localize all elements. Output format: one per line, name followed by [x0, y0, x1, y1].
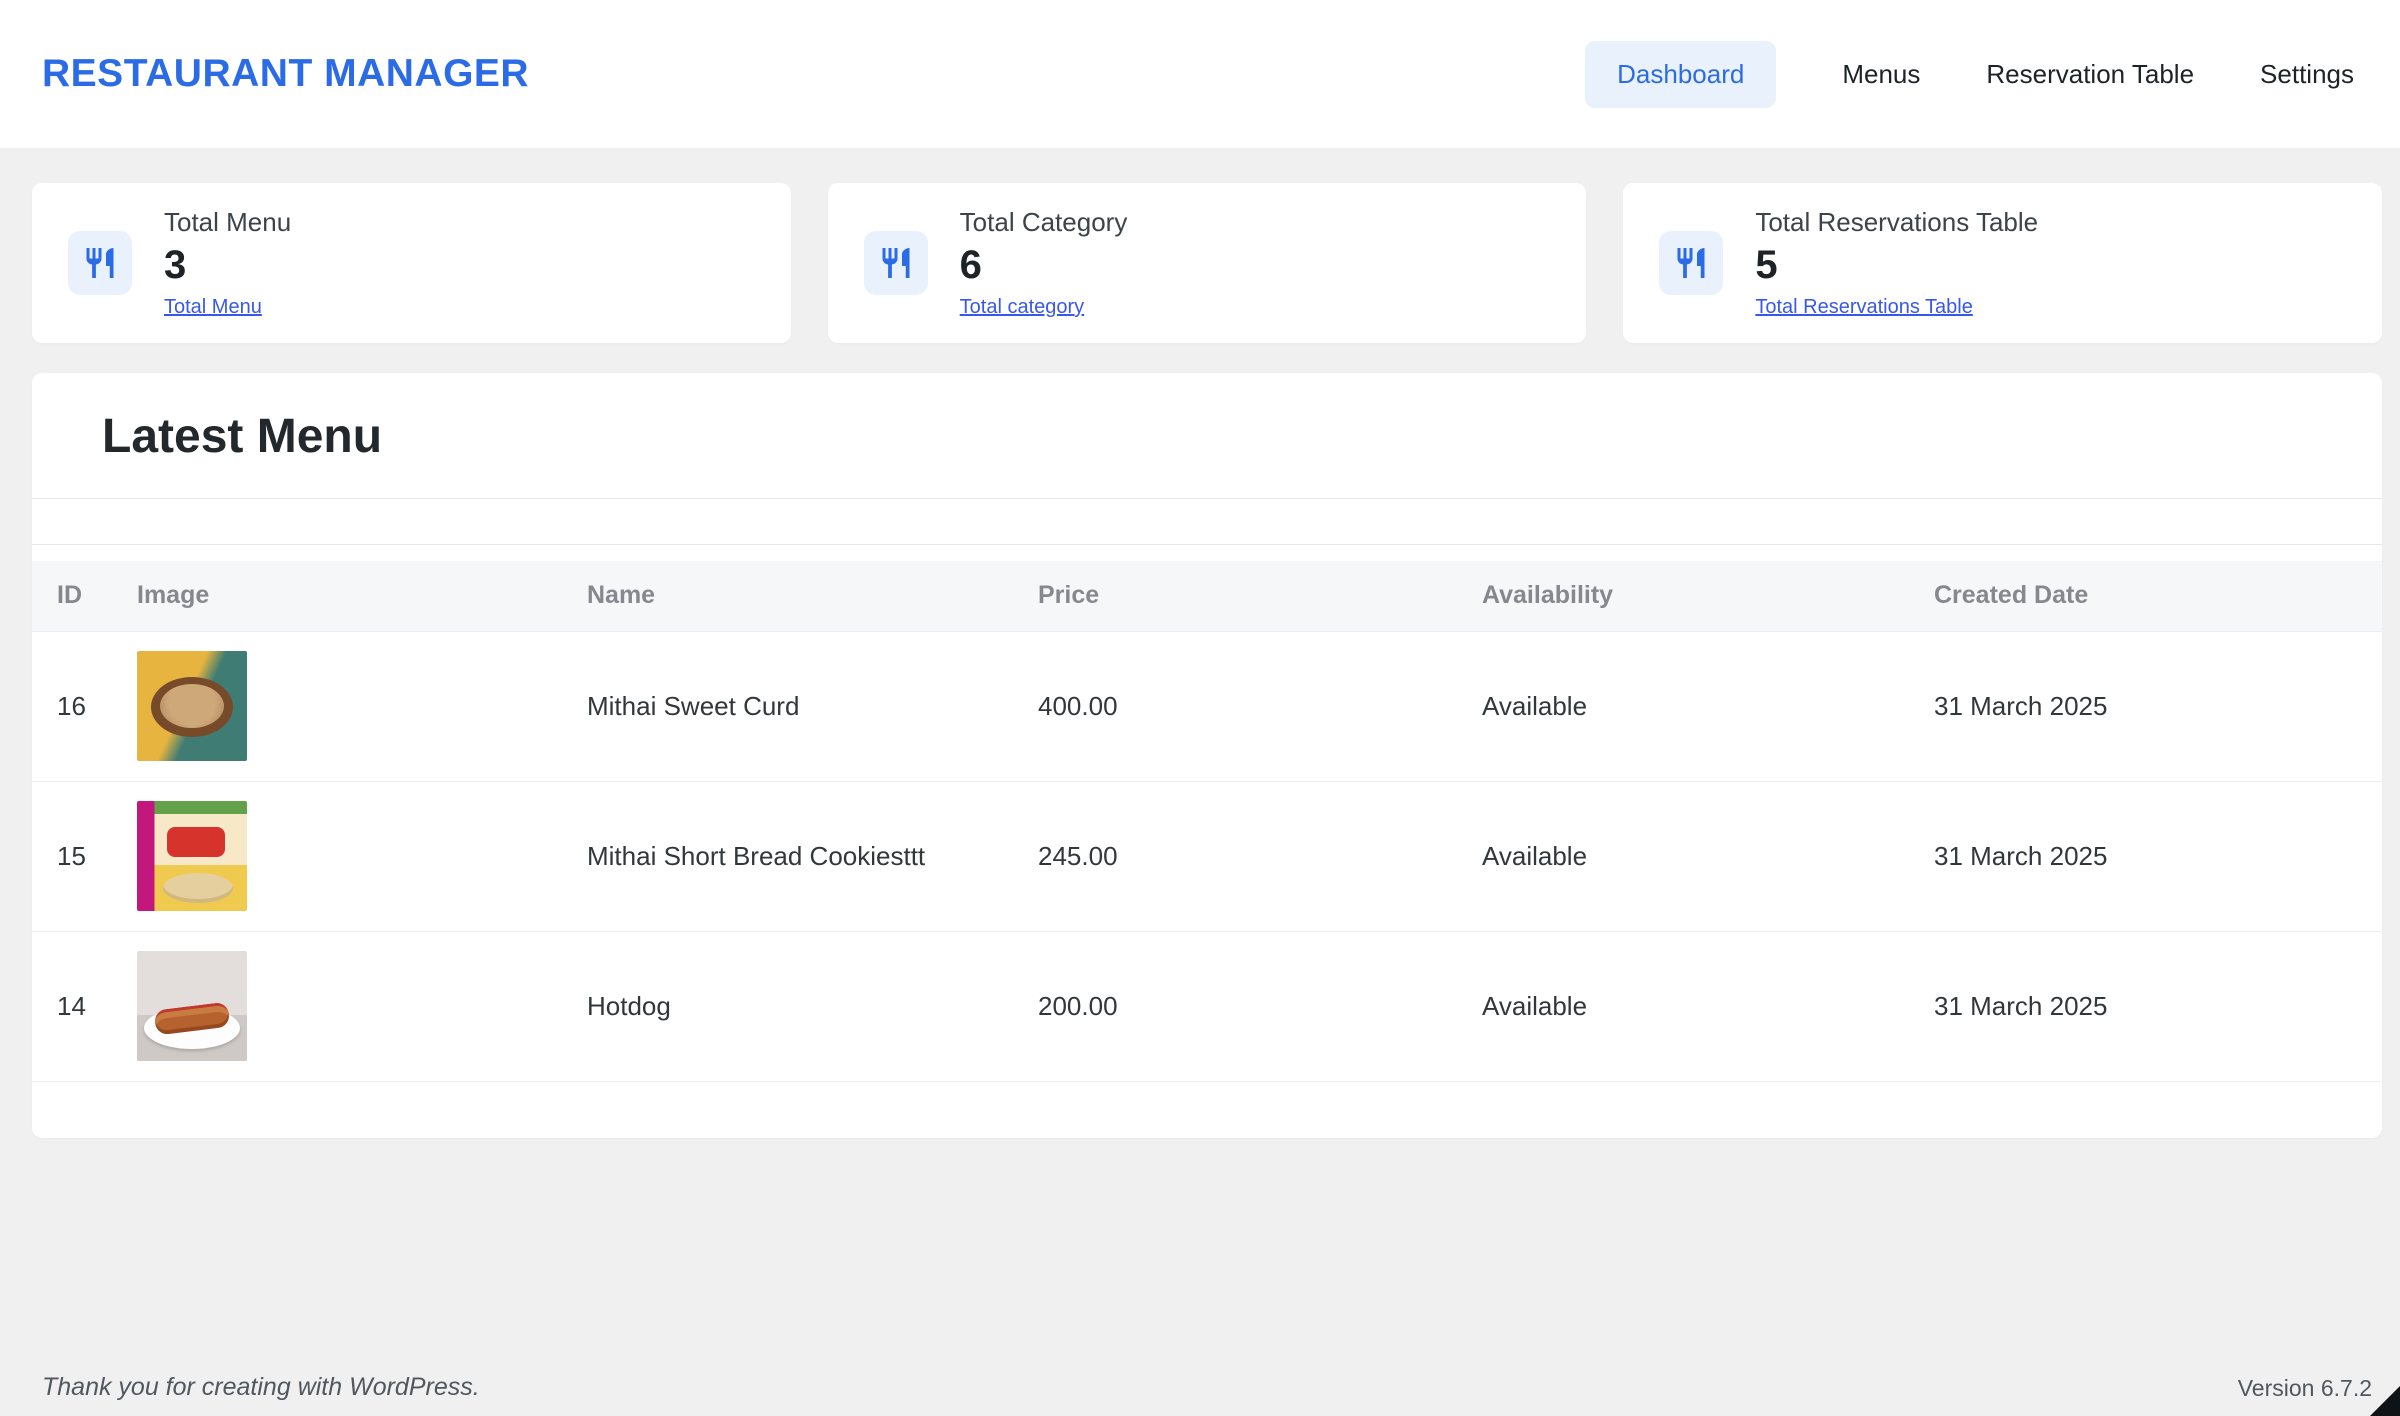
cell-created-date: 31 March 2025 [1934, 840, 2108, 871]
cell-price: 245.00 [1038, 840, 1118, 871]
cell-image [137, 781, 587, 931]
nav-item-settings[interactable]: Settings [2260, 41, 2354, 108]
top-navigation-bar: RESTAURANT MANAGER Dashboard Menus Reser… [0, 0, 2400, 148]
cell-created-date: 31 March 2025 [1934, 690, 2108, 721]
cell-name: Mithai Short Bread Cookiesttt [587, 840, 926, 871]
stat-title: Total Menu [164, 207, 292, 237]
column-header-name: Name [587, 581, 656, 610]
stat-card-body: Total Menu 3 Total Menu [164, 207, 291, 319]
stat-card-body: Total Category 6 Total category [960, 207, 1128, 319]
cell-id: 15 [57, 840, 86, 871]
cell-image [137, 631, 587, 781]
table-row: 14 Hotdog 200.00 Available 31 March 2025 [32, 931, 2382, 1081]
latest-menu-table: ID Image Name Price Availability Created… [32, 561, 2382, 1082]
wordpress-thanks-link[interactable]: Thank you for creating with WordPress. [42, 1373, 480, 1402]
utensils-icon [68, 231, 132, 295]
stat-card-body: Total Reservations Table 5 Total Reserva… [1755, 207, 2038, 319]
column-header-id: ID [57, 581, 82, 610]
cell-price: 200.00 [1038, 990, 1118, 1021]
stat-value: 6 [959, 243, 982, 287]
stat-link-total-reservations[interactable]: Total Reservations Table [1755, 296, 2038, 319]
table-row: 15 Mithai Short Bread Cookiesttt 245.00 … [32, 781, 2382, 931]
cell-id: 14 [57, 990, 86, 1021]
stat-value: 5 [1755, 243, 1778, 287]
cell-created-date: 31 March 2025 [1934, 990, 2108, 1021]
cell-name: Hotdog [587, 990, 671, 1021]
column-header-availability: Availability [1482, 581, 1614, 610]
utensils-icon [1659, 231, 1724, 295]
stat-link-total-category[interactable]: Total category [960, 296, 1128, 319]
dashboard-content: Total Menu 3 Total Menu Total Category 6… [0, 148, 2400, 1138]
table-header-row: ID Image Name Price Availability Created… [32, 561, 2382, 631]
stat-card-total-category: Total Category 6 Total category [827, 183, 1587, 343]
stat-title: Total Category [959, 207, 1128, 237]
latest-menu-card: Latest Menu ID Image Name Price Availabi… [32, 373, 2382, 1138]
nav-item-reservation-table[interactable]: Reservation Table [1986, 41, 2194, 108]
cell-availability: Available [1482, 840, 1588, 871]
menu-image-hotdog [137, 951, 247, 1061]
utensils-icon [863, 231, 928, 295]
cell-id: 16 [57, 690, 86, 721]
main-nav: Dashboard Menus Reservation Table Settin… [1585, 40, 2354, 108]
brand-logo[interactable]: RESTAURANT MANAGER [42, 52, 529, 96]
cell-name: Mithai Sweet Curd [587, 690, 800, 721]
stat-card-total-reservations: Total Reservations Table 5 Total Reserva… [1623, 183, 2383, 343]
admin-footer: Thank you for creating with WordPress. V… [0, 1373, 2400, 1416]
stat-link-total-menu[interactable]: Total Menu [164, 296, 291, 319]
menu-image-sweet-curd [137, 651, 247, 761]
menu-image-cookies-box [137, 801, 247, 911]
nav-item-menus[interactable]: Menus [1842, 41, 1920, 108]
column-header-image: Image [137, 581, 210, 610]
cell-availability: Available [1482, 690, 1588, 721]
version-label: Version 6.7.2 [2237, 1375, 2372, 1401]
cell-image [137, 931, 587, 1081]
stat-value: 3 [164, 243, 187, 287]
table-row: 16 Mithai Sweet Curd 400.00 Available 31… [32, 631, 2382, 781]
corner-triangle [2370, 1386, 2400, 1416]
nav-item-dashboard[interactable]: Dashboard [1585, 40, 1777, 108]
cell-price: 400.00 [1038, 690, 1118, 721]
column-header-price: Price [1038, 581, 1100, 610]
cell-availability: Available [1482, 990, 1588, 1021]
latest-menu-title: Latest Menu [32, 373, 2382, 499]
stat-cards-row: Total Menu 3 Total Menu Total Category 6… [32, 183, 2383, 343]
column-header-created-date: Created Date [1934, 581, 2089, 610]
stat-card-total-menu: Total Menu 3 Total Menu [32, 183, 791, 343]
stat-title: Total Reservations Table [1755, 207, 2039, 237]
table-toolbar [32, 499, 2382, 545]
